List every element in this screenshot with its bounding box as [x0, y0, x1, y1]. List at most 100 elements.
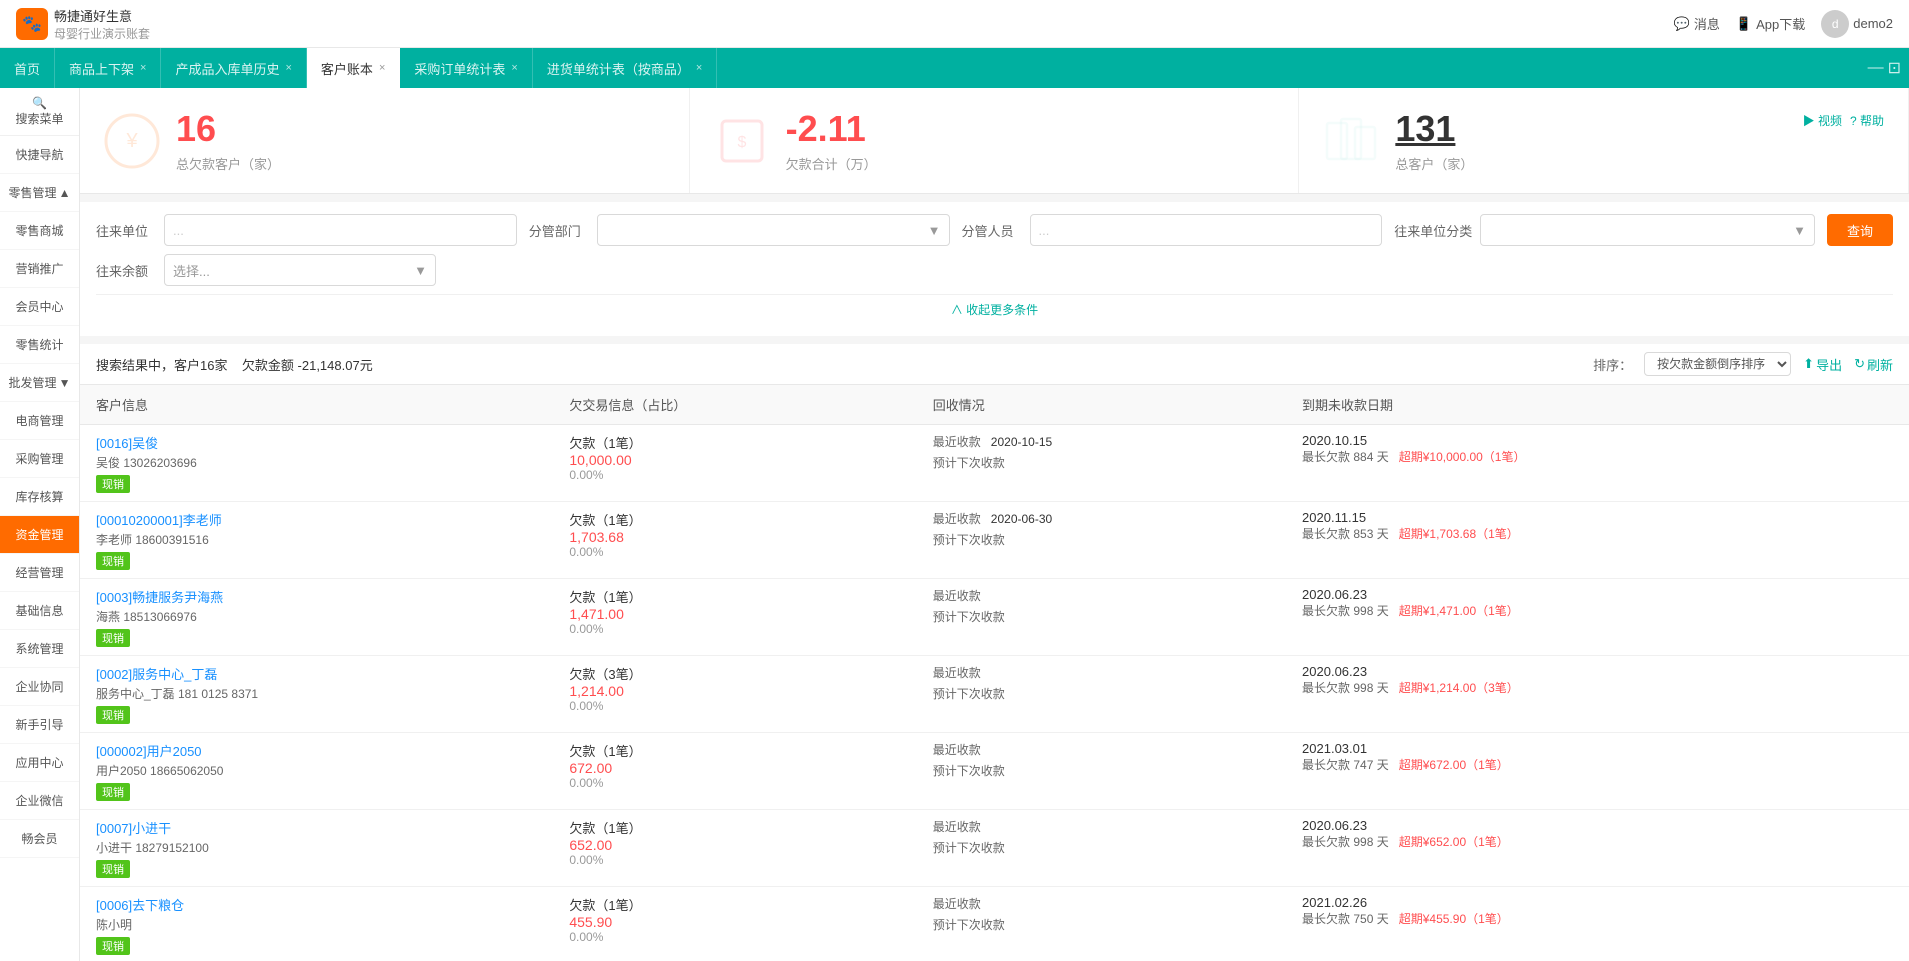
- source-unit-input[interactable]: ...: [164, 214, 517, 246]
- sidebar-item-retail-stats[interactable]: 零售统计: [0, 326, 79, 364]
- overdue-text-2[interactable]: 超期¥1,471.00（1笔）: [1399, 604, 1519, 618]
- export-btn[interactable]: ⬆ 导出: [1803, 355, 1842, 374]
- message-icon: 💬: [1674, 16, 1690, 32]
- person-input[interactable]: ...: [1030, 214, 1383, 246]
- tab-purchase-order[interactable]: 采购订单统计表 ×: [400, 48, 532, 88]
- overdue-text-6[interactable]: 超期¥455.90（1笔）: [1399, 912, 1509, 926]
- debt-amount-0[interactable]: 10,000.00: [569, 452, 900, 468]
- sidebar-item-app-center[interactable]: 应用中心: [0, 744, 79, 782]
- debt-amount-5[interactable]: 652.00: [569, 837, 900, 853]
- tab-production-history[interactable]: 产成品入库单历史 ×: [161, 48, 306, 88]
- unit-category-input[interactable]: ▼: [1480, 214, 1815, 246]
- dept-input[interactable]: ▼: [597, 214, 950, 246]
- close-tab-customer-account[interactable]: ×: [379, 62, 385, 74]
- sidebar-item-member-center[interactable]: 会员中心: [0, 288, 79, 326]
- sidebar-item-enterprise[interactable]: 企业协同: [0, 668, 79, 706]
- tag-xian-6: 现销: [96, 937, 130, 955]
- cell-customer-info-5: [0007]小进干 小进干 18279152100 现销: [80, 810, 553, 887]
- stat-card-debt-customers: ¥ 16 总欠款客户（家）: [80, 88, 690, 193]
- demo-badge: 母婴行业演示账套: [54, 25, 150, 42]
- tab-home[interactable]: 首页: [0, 48, 55, 88]
- expand-icon[interactable]: ⊡: [1888, 58, 1901, 78]
- close-tab-products-off[interactable]: ×: [140, 62, 146, 74]
- due-date-4: 2021.03.01: [1302, 741, 1893, 756]
- sidebar-item-finance[interactable]: 资金管理: [0, 516, 79, 554]
- user-avatar-btn[interactable]: d demo2: [1821, 10, 1893, 38]
- stat-value-total-customers: 131: [1395, 108, 1786, 150]
- debt-total-icon: $: [714, 113, 770, 169]
- sidebar-item-batch-mgmt[interactable]: 批发管理 ▼: [0, 364, 79, 402]
- sidebar-item-operations[interactable]: 经营管理: [0, 554, 79, 592]
- tab-customer-account[interactable]: 客户账本 ×: [307, 48, 400, 88]
- sidebar-item-quick-nav[interactable]: 快捷导航: [0, 136, 79, 174]
- debt-ratio-5: 0.00%: [569, 853, 900, 867]
- customer-name-4[interactable]: [000002]用户2050: [96, 741, 537, 760]
- filter-unit-category: 往来单位分类 ▼: [1394, 214, 1815, 246]
- minimize-icon[interactable]: —: [1868, 59, 1884, 77]
- balance-input[interactable]: 选择... ▼: [164, 254, 436, 286]
- overdue-days-0: 最长欠款 884 天 超期¥10,000.00（1笔）: [1302, 448, 1893, 465]
- sidebar-item-purchase-mgmt[interactable]: 采购管理: [0, 440, 79, 478]
- tab-inventory-stats[interactable]: 进货单统计表（按商品） ×: [533, 48, 717, 88]
- customer-name-5[interactable]: [0007]小进干: [96, 818, 537, 837]
- tab-products-off[interactable]: 商品上下架 ×: [55, 48, 161, 88]
- close-tab-inventory-stats[interactable]: ×: [696, 62, 702, 74]
- collapse-bar[interactable]: ∧ 收起更多条件: [96, 294, 1893, 324]
- refresh-btn[interactable]: ↻ 刷新: [1854, 355, 1893, 374]
- close-tab-production-history[interactable]: ×: [285, 62, 291, 74]
- chevron-down-category-icon: ▼: [1793, 223, 1806, 238]
- logo: 🐾 畅捷通好生意 母婴行业演示账套: [16, 6, 150, 42]
- debt-amount-6[interactable]: 455.90: [569, 914, 900, 930]
- sidebar-item-basic-info[interactable]: 基础信息: [0, 592, 79, 630]
- sidebar-item-member-vip[interactable]: 畅会员: [0, 820, 79, 858]
- cell-debt-info-2: 欠款（1笔） 1,471.00 0.00%: [553, 579, 916, 656]
- overdue-text-3[interactable]: 超期¥1,214.00（3笔）: [1399, 681, 1519, 695]
- sidebar-item-ecommerce[interactable]: 电商管理: [0, 402, 79, 440]
- due-date-5: 2020.06.23: [1302, 818, 1893, 833]
- message-btn[interactable]: 💬 消息: [1674, 14, 1720, 33]
- source-unit-label: 往来单位: [96, 221, 156, 240]
- cell-collection-4: 最近收款 预计下次收款: [917, 733, 1286, 810]
- stat-info-debt-total: -2.11 欠款合计（万）: [786, 108, 1275, 173]
- video-btn[interactable]: ▶ 视频: [1803, 112, 1842, 129]
- overdue-text-4[interactable]: 超期¥672.00（1笔）: [1399, 758, 1509, 772]
- app-download-btn[interactable]: 📱 App下载: [1736, 14, 1805, 33]
- sort-label: 排序：: [1593, 355, 1632, 374]
- sidebar-item-retail-mall[interactable]: 零售商城: [0, 212, 79, 250]
- overdue-text-0[interactable]: 超期¥10,000.00（1笔）: [1399, 450, 1526, 464]
- debt-label-1: 欠款（1笔）: [569, 510, 900, 529]
- tabs-actions: — ⊡: [1860, 58, 1909, 78]
- chevron-down-icon2: ▼: [59, 376, 71, 390]
- debt-amount-4[interactable]: 672.00: [569, 760, 900, 776]
- cell-debt-info-6: 欠款（1笔） 455.90 0.00%: [553, 887, 916, 961]
- query-button[interactable]: 查询: [1827, 214, 1893, 246]
- sidebar-item-retail-mgmt[interactable]: 零售管理 ▲: [0, 174, 79, 212]
- close-tab-purchase-order[interactable]: ×: [511, 62, 517, 74]
- filter-dept: 分管部门 ▼: [529, 214, 950, 246]
- filter-person: 分管人员 ...: [962, 214, 1383, 246]
- sidebar-item-marketing[interactable]: 营销推广: [0, 250, 79, 288]
- debt-customers-icon: ¥: [104, 113, 160, 169]
- debt-amount-3[interactable]: 1,214.00: [569, 683, 900, 699]
- sort-select[interactable]: 按欠款金额倒序排序 按欠款金额正序排序: [1644, 352, 1791, 376]
- customer-name-0[interactable]: [0016]吴俊: [96, 433, 537, 452]
- overdue-text-1[interactable]: 超期¥1,703.68（1笔）: [1399, 527, 1519, 541]
- customer-name-6[interactable]: [0006]去下粮仓: [96, 895, 537, 914]
- sidebar-item-system[interactable]: 系统管理: [0, 630, 79, 668]
- cell-customer-info-0: [0016]吴俊 吴俊 13026203696 现销: [80, 425, 553, 502]
- table-row: [0007]小进干 小进干 18279152100 现销 欠款（1笔） 652.…: [80, 810, 1909, 887]
- overdue-text-5[interactable]: 超期¥652.00（1笔）: [1399, 835, 1509, 849]
- sidebar-search[interactable]: 🔍 搜索菜单: [0, 88, 79, 136]
- sidebar-item-newbie[interactable]: 新手引导: [0, 706, 79, 744]
- sidebar-item-inventory[interactable]: 库存核算: [0, 478, 79, 516]
- sidebar-item-wechat[interactable]: 企业微信: [0, 782, 79, 820]
- help-btn[interactable]: ? 帮助: [1850, 112, 1884, 129]
- customer-name-3[interactable]: [0002]服务中心_丁磊: [96, 664, 537, 683]
- debt-amount-2[interactable]: 1,471.00: [569, 606, 900, 622]
- total-customers-icon: [1323, 113, 1379, 169]
- debt-amount-1[interactable]: 1,703.68: [569, 529, 900, 545]
- customer-name-2[interactable]: [0003]畅捷服务尹海燕: [96, 587, 537, 606]
- customer-name-1[interactable]: [00010200001]李老师: [96, 510, 537, 529]
- debt-label-4: 欠款（1笔）: [569, 741, 900, 760]
- next-collect-label-3: 预计下次收款: [933, 685, 1270, 702]
